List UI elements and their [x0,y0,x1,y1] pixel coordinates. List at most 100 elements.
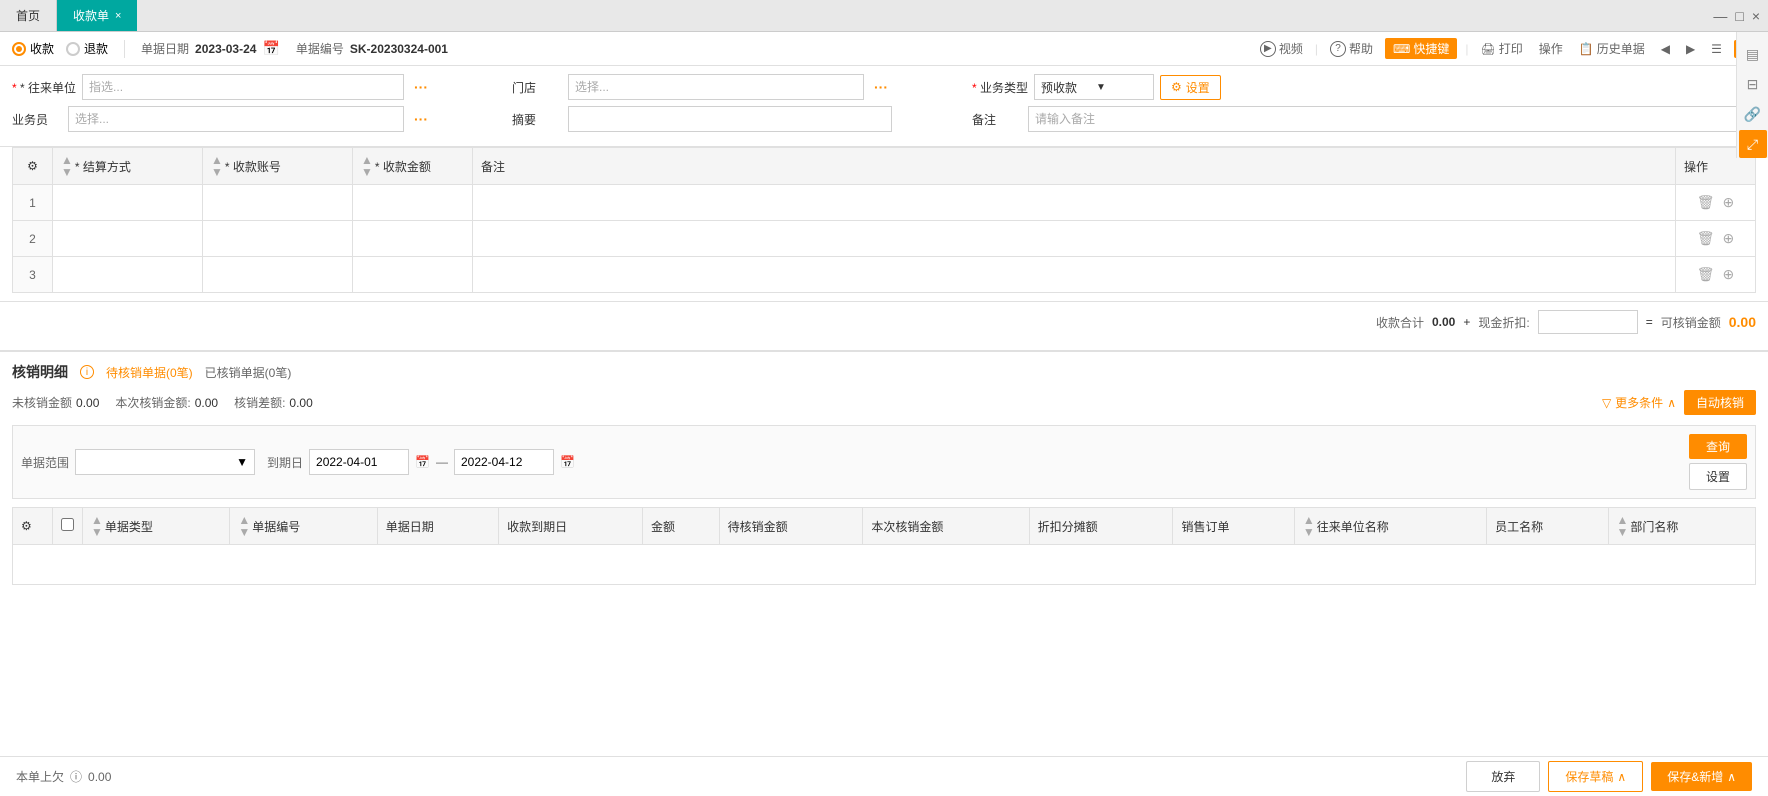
minimize-button[interactable]: — [1713,8,1727,24]
row1-account[interactable] [203,185,353,221]
calendar-to-icon[interactable]: 📅 [560,455,575,469]
row1-actions: 🗑 ⊕ [1676,185,1756,221]
tab-home[interactable]: 首页 [0,0,57,31]
help-button[interactable]: ? 帮助 [1326,38,1377,59]
store-input[interactable] [568,74,864,100]
completed-invoices-tab[interactable]: 已核销单据(0笔) [205,364,292,381]
row2-amount[interactable] [353,221,473,257]
receipt-due-header: 收款到期日 [499,508,643,545]
save-draft-button[interactable]: 保存草稿 ∧ [1548,761,1643,792]
next-nav-button[interactable]: ▶ [1682,40,1699,58]
date-calendar-icon[interactable]: 📅 [262,40,279,57]
gear-icon[interactable]: ⚙ [27,159,38,173]
diff-value: 0.00 [289,396,312,410]
tab-active[interactable]: 收款单 × [57,0,137,31]
maximize-button[interactable]: □ [1735,8,1743,24]
gear-icon[interactable]: ⚙ [21,519,32,533]
counterpart-label: * * 往来单位 [12,79,76,96]
row3-copy-button[interactable]: ⊕ [1721,264,1737,285]
row1-remarks[interactable] [473,185,1676,221]
number-value: SK-20230324-001 [350,42,448,56]
store-more-btn[interactable]: ··· [870,79,892,95]
more-conditions-button[interactable]: ▽ 更多条件 ∧ [1602,394,1676,411]
row2-copy-button[interactable]: ⊕ [1721,228,1737,249]
window-close-button[interactable]: × [1752,8,1760,24]
radio-receipt-dot [12,42,26,56]
abandon-button[interactable]: 放弃 [1466,761,1540,792]
shortcut-button[interactable]: ⌨ 快捷键 [1385,38,1457,59]
query-button[interactable]: 查询 [1689,434,1747,459]
discount-input[interactable] [1538,310,1638,334]
settings-button[interactable]: ⚙ 设置 [1160,75,1221,100]
row3-account[interactable] [203,257,353,293]
doc-number-header: ▲▼ 单据编号 [230,508,377,545]
row2-delete-button[interactable]: 🗑 [1695,228,1717,249]
running-total-label: 本单上欠 [16,768,64,785]
history-button[interactable]: 📋 历史单据 [1575,38,1649,59]
business-type-select[interactable]: 预收款 ▼ [1034,74,1154,100]
row1-delete-button[interactable]: 🗑 [1695,192,1717,213]
row3-amount[interactable] [353,257,473,293]
due-date-field: 到期日 📅 — 📅 [267,449,575,475]
date-to-input[interactable] [454,449,554,475]
row2-settlement[interactable] [53,221,203,257]
operations-button[interactable]: 操作 [1535,38,1567,59]
date-separator: — [436,455,448,469]
business-type-field: * 业务类型 预收款 ▼ ⚙ 设置 [972,74,1756,100]
current-stat: 本次核销金额: 0.00 [115,394,218,411]
verify-info-icon[interactable]: i [80,365,94,379]
calendar-from-icon[interactable]: 📅 [415,455,430,469]
sidebar-link-icon[interactable]: 🔗 [1739,100,1767,128]
select-all-checkbox[interactable] [61,518,74,531]
help-icon: ? [1330,41,1346,57]
date-from-input[interactable] [309,449,409,475]
row1-amount[interactable] [353,185,473,221]
radio-refund-dot [66,42,80,56]
total-label: 收款合计 [1376,314,1424,331]
counterpart-more-btn[interactable]: ··· [410,79,432,95]
running-total-info-icon[interactable]: ⓘ [70,768,82,785]
row1-copy-button[interactable]: ⊕ [1721,192,1737,213]
staff-more-btn[interactable]: ··· [410,111,432,127]
number-info: 单据编号 SK-20230324-001 [296,40,448,57]
row-num-2: 2 [13,221,53,257]
row3-remarks[interactable] [473,257,1676,293]
row1-settlement[interactable] [53,185,203,221]
prev-nav-button[interactable]: ◀ [1657,40,1674,58]
amount-header: 金额 [642,508,719,545]
auto-verify-button[interactable]: 自动核销 [1684,390,1756,415]
video-button[interactable]: ▶ 视频 [1256,38,1307,59]
employee-name-header: 员工名称 [1487,508,1608,545]
main-content: 收款 退款 单据日期 2023-03-24 📅 单据编号 SK-20230324… [0,32,1768,796]
shortcut-icon: ⌨ [1393,42,1410,56]
row2-remarks[interactable] [473,221,1676,257]
row3-settlement[interactable] [53,257,203,293]
counterpart-input[interactable] [82,74,404,100]
doc-date-header: 单据日期 [377,508,498,545]
radio-receipt[interactable]: 收款 [12,40,54,57]
right-sidebar: ▤ ⊟ 🔗 ⤢ [1736,32,1768,158]
sidebar-table-icon[interactable]: ▤ [1739,40,1767,68]
summary-input[interactable] [568,106,892,132]
remarks-input[interactable] [1028,106,1756,132]
row3-delete-button[interactable]: 🗑 [1695,264,1717,285]
receipts-table: ⚙ ▲▼ * 结算方式 ▲▼ * 收款账号 [12,147,1756,293]
save-new-button[interactable]: 保存&新增 ∧ [1651,762,1752,791]
verify-checkbox-header [53,508,83,545]
layout-list-button[interactable]: ☰ [1707,40,1726,58]
business-type-value: 预收款 [1041,79,1092,96]
filter-settings-button[interactable]: 设置 [1689,463,1747,490]
radio-refund[interactable]: 退款 [66,40,108,57]
verify-title: 核销明细 [12,362,68,382]
verify-header: 核销明细 i 待核销单据(0笔) 已核销单据(0笔) [12,362,1756,382]
sidebar-expand-icon[interactable]: ⤢ [1739,130,1767,158]
print-icon: 🖨 [1480,42,1495,56]
tab-close-button[interactable]: × [115,10,121,22]
print-button[interactable]: 🖨 打印 [1476,38,1526,59]
pending-invoices-tab[interactable]: 待核销单据(0笔) [106,364,193,381]
row2-account[interactable] [203,221,353,257]
range-select[interactable]: ▼ [75,449,255,475]
staff-input[interactable] [68,106,404,132]
store-label: 门店 [512,79,562,96]
sidebar-list-icon[interactable]: ⊟ [1739,70,1767,98]
